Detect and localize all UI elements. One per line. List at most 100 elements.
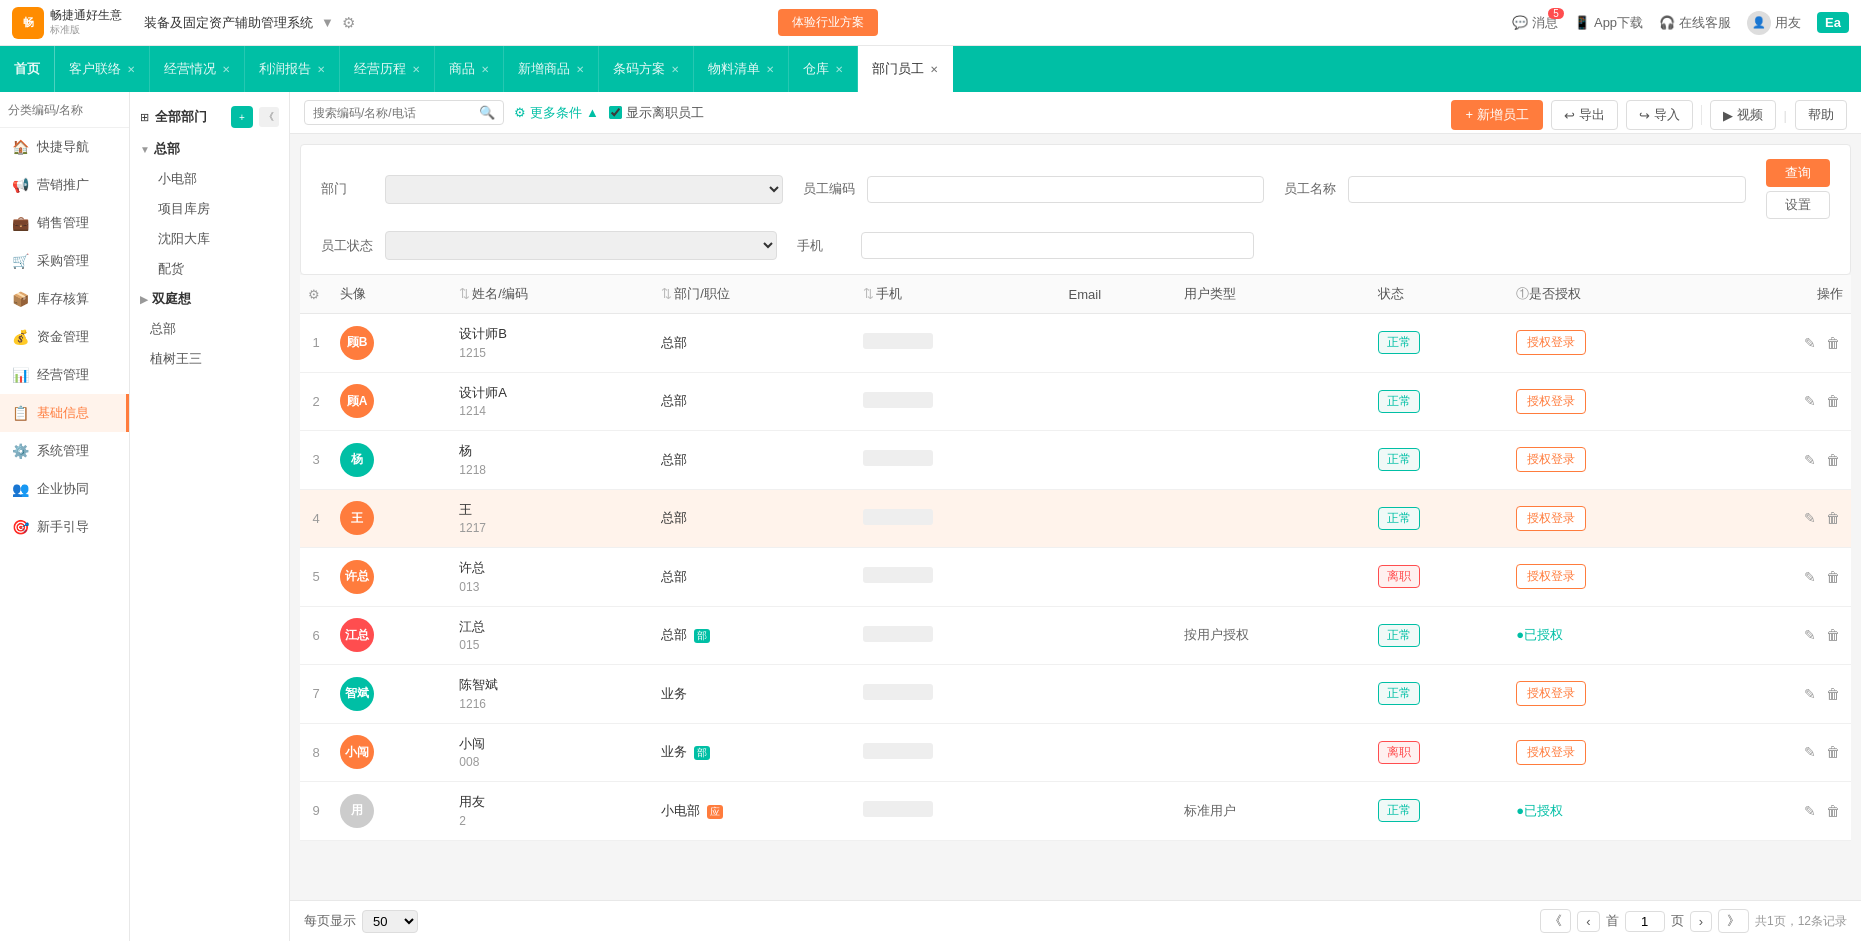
- auth-login-btn[interactable]: 授权登录: [1516, 389, 1586, 414]
- edit-icon[interactable]: ✎: [1804, 393, 1816, 409]
- nav-item-history[interactable]: 经营历程 ✕: [340, 46, 435, 92]
- delete-icon[interactable]: 🗑: [1826, 627, 1840, 643]
- nav-item-warehouse[interactable]: 仓库 ✕: [789, 46, 858, 92]
- close-icon[interactable]: ✕: [222, 64, 230, 75]
- delete-icon[interactable]: 🗑: [1826, 393, 1840, 409]
- dept-item-project[interactable]: 项目库房: [130, 194, 289, 224]
- page-size-select[interactable]: 50 100: [362, 910, 418, 933]
- edit-icon[interactable]: ✎: [1804, 744, 1816, 760]
- edit-icon[interactable]: ✎: [1804, 686, 1816, 702]
- employee-status-select[interactable]: [385, 231, 777, 260]
- th-phone[interactable]: ⇅手机: [855, 275, 1060, 314]
- dept-item-zongbu[interactable]: 总部: [130, 314, 289, 344]
- sidebar-item-purchase[interactable]: 🛒 采购管理: [0, 242, 129, 280]
- auth-login-btn[interactable]: 授权登录: [1516, 681, 1586, 706]
- dept-group-head-shuang[interactable]: ▶ 双庭想: [130, 284, 289, 314]
- close-icon[interactable]: ✕: [481, 64, 489, 75]
- close-icon[interactable]: ✕: [317, 64, 325, 75]
- delete-icon[interactable]: 🗑: [1826, 744, 1840, 760]
- dept-collapse-btn[interactable]: 《: [259, 107, 279, 127]
- sidebar-search-input[interactable]: [8, 103, 130, 117]
- close-icon[interactable]: ✕: [412, 64, 420, 75]
- search-btn-icon[interactable]: 🔍: [479, 105, 495, 120]
- employee-code-input[interactable]: [867, 176, 1265, 203]
- first-page-btn[interactable]: 《: [1540, 909, 1571, 933]
- online-service-btn[interactable]: 🎧 在线客服: [1659, 14, 1731, 32]
- sidebar-item-enterprise[interactable]: 👥 企业协同: [0, 470, 129, 508]
- view-btn[interactable]: ▶ 视频: [1710, 100, 1776, 130]
- edit-icon[interactable]: ✎: [1804, 510, 1816, 526]
- export-btn[interactable]: ↩ 导出: [1551, 100, 1618, 130]
- dept-item-shenyang[interactable]: 沈阳大库: [130, 224, 289, 254]
- info-icon[interactable]: ①: [1516, 286, 1529, 301]
- nav-item-customers[interactable]: 客户联络 ✕: [55, 46, 150, 92]
- app-download-btn[interactable]: 📱 App下载: [1574, 14, 1643, 32]
- delete-icon[interactable]: 🗑: [1826, 510, 1840, 526]
- auth-login-btn[interactable]: 授权登录: [1516, 447, 1586, 472]
- th-dept-position[interactable]: ⇅部门/职位: [653, 275, 855, 314]
- search-btn[interactable]: 查询: [1766, 159, 1830, 187]
- sidebar-item-business[interactable]: 📊 经营管理: [0, 356, 129, 394]
- edit-icon[interactable]: ✎: [1804, 452, 1816, 468]
- delete-icon[interactable]: 🗑: [1826, 335, 1840, 351]
- delete-icon[interactable]: 🗑: [1826, 803, 1840, 819]
- dept-item-zhishu[interactable]: 植树王三: [130, 344, 289, 374]
- prev-page-btn[interactable]: ‹: [1577, 911, 1599, 932]
- sidebar-item-quick-nav[interactable]: 🏠 快捷导航: [0, 128, 129, 166]
- nav-item-dept-employee[interactable]: 部门员工 ✕: [858, 46, 953, 92]
- auth-login-btn[interactable]: 授权登录: [1516, 506, 1586, 531]
- set-btn[interactable]: 设置: [1766, 191, 1830, 219]
- page-input[interactable]: [1625, 911, 1665, 932]
- delete-icon[interactable]: 🗑: [1826, 452, 1840, 468]
- nav-item-goods[interactable]: 商品 ✕: [435, 46, 504, 92]
- next-page-btn[interactable]: ›: [1690, 911, 1712, 932]
- search-input[interactable]: [313, 106, 473, 120]
- dept-add-btn[interactable]: +: [231, 106, 253, 128]
- close-icon[interactable]: ✕: [835, 64, 843, 75]
- edit-icon[interactable]: ✎: [1804, 335, 1816, 351]
- close-icon[interactable]: ✕: [766, 64, 774, 75]
- help-btn[interactable]: 帮助: [1795, 100, 1847, 130]
- sidebar-item-system[interactable]: ⚙️ 系统管理: [0, 432, 129, 470]
- auth-login-btn[interactable]: 授权登录: [1516, 330, 1586, 355]
- sidebar-item-finance[interactable]: 💰 资金管理: [0, 318, 129, 356]
- close-icon[interactable]: ✕: [127, 64, 135, 75]
- auth-login-btn[interactable]: 授权登录: [1516, 564, 1586, 589]
- add-employee-btn[interactable]: + 新增员工: [1451, 100, 1542, 130]
- message-btn[interactable]: 💬 消息 5: [1512, 14, 1558, 32]
- table-settings-icon[interactable]: ⚙: [308, 287, 320, 302]
- sidebar-item-sales[interactable]: 💼 销售管理: [0, 204, 129, 242]
- dept-group-head-corp[interactable]: ▼ 总部: [130, 134, 289, 164]
- nav-item-operations[interactable]: 经营情况 ✕: [150, 46, 245, 92]
- import-btn[interactable]: ↪ 导入: [1626, 100, 1693, 130]
- trial-btn[interactable]: 体验行业方案: [778, 9, 878, 36]
- dept-item-xiaodian[interactable]: 小电部: [130, 164, 289, 194]
- dept-select[interactable]: [385, 175, 783, 204]
- phone-input[interactable]: [861, 232, 1253, 259]
- sidebar-item-guide[interactable]: 🎯 新手引导: [0, 508, 129, 546]
- sidebar-item-inventory[interactable]: 📦 库存核算: [0, 280, 129, 318]
- dept-item-distribution[interactable]: 配货: [130, 254, 289, 284]
- user-btn[interactable]: 👤 用友: [1747, 11, 1801, 35]
- nav-item-bom[interactable]: 物料清单 ✕: [694, 46, 789, 92]
- th-name-code[interactable]: ⇅姓名/编码: [451, 275, 653, 314]
- close-icon[interactable]: ✕: [576, 64, 584, 75]
- close-icon[interactable]: ✕: [671, 64, 679, 75]
- last-page-btn[interactable]: 》: [1718, 909, 1749, 933]
- nav-item-profit[interactable]: 利润报告 ✕: [245, 46, 340, 92]
- edit-icon[interactable]: ✎: [1804, 569, 1816, 585]
- auth-login-btn[interactable]: 授权登录: [1516, 740, 1586, 765]
- employee-name-input[interactable]: [1348, 176, 1746, 203]
- delete-icon[interactable]: 🗑: [1826, 569, 1840, 585]
- chevron-down-icon[interactable]: ▼: [321, 15, 334, 30]
- delete-icon[interactable]: 🗑: [1826, 686, 1840, 702]
- nav-item-barcode[interactable]: 条码方案 ✕: [599, 46, 694, 92]
- edit-icon[interactable]: ✎: [1804, 627, 1816, 643]
- sidebar-item-marketing[interactable]: 📢 营销推广: [0, 166, 129, 204]
- nav-item-add-goods[interactable]: 新增商品 ✕: [504, 46, 599, 92]
- sidebar-item-base-info[interactable]: 📋 基础信息: [0, 394, 129, 432]
- show-resigned-checkbox[interactable]: [609, 106, 622, 119]
- settings-icon[interactable]: ⚙: [342, 14, 355, 32]
- more-conditions-btn[interactable]: ⚙ 更多条件 ▲: [514, 104, 599, 122]
- close-active-icon[interactable]: ✕: [930, 64, 938, 75]
